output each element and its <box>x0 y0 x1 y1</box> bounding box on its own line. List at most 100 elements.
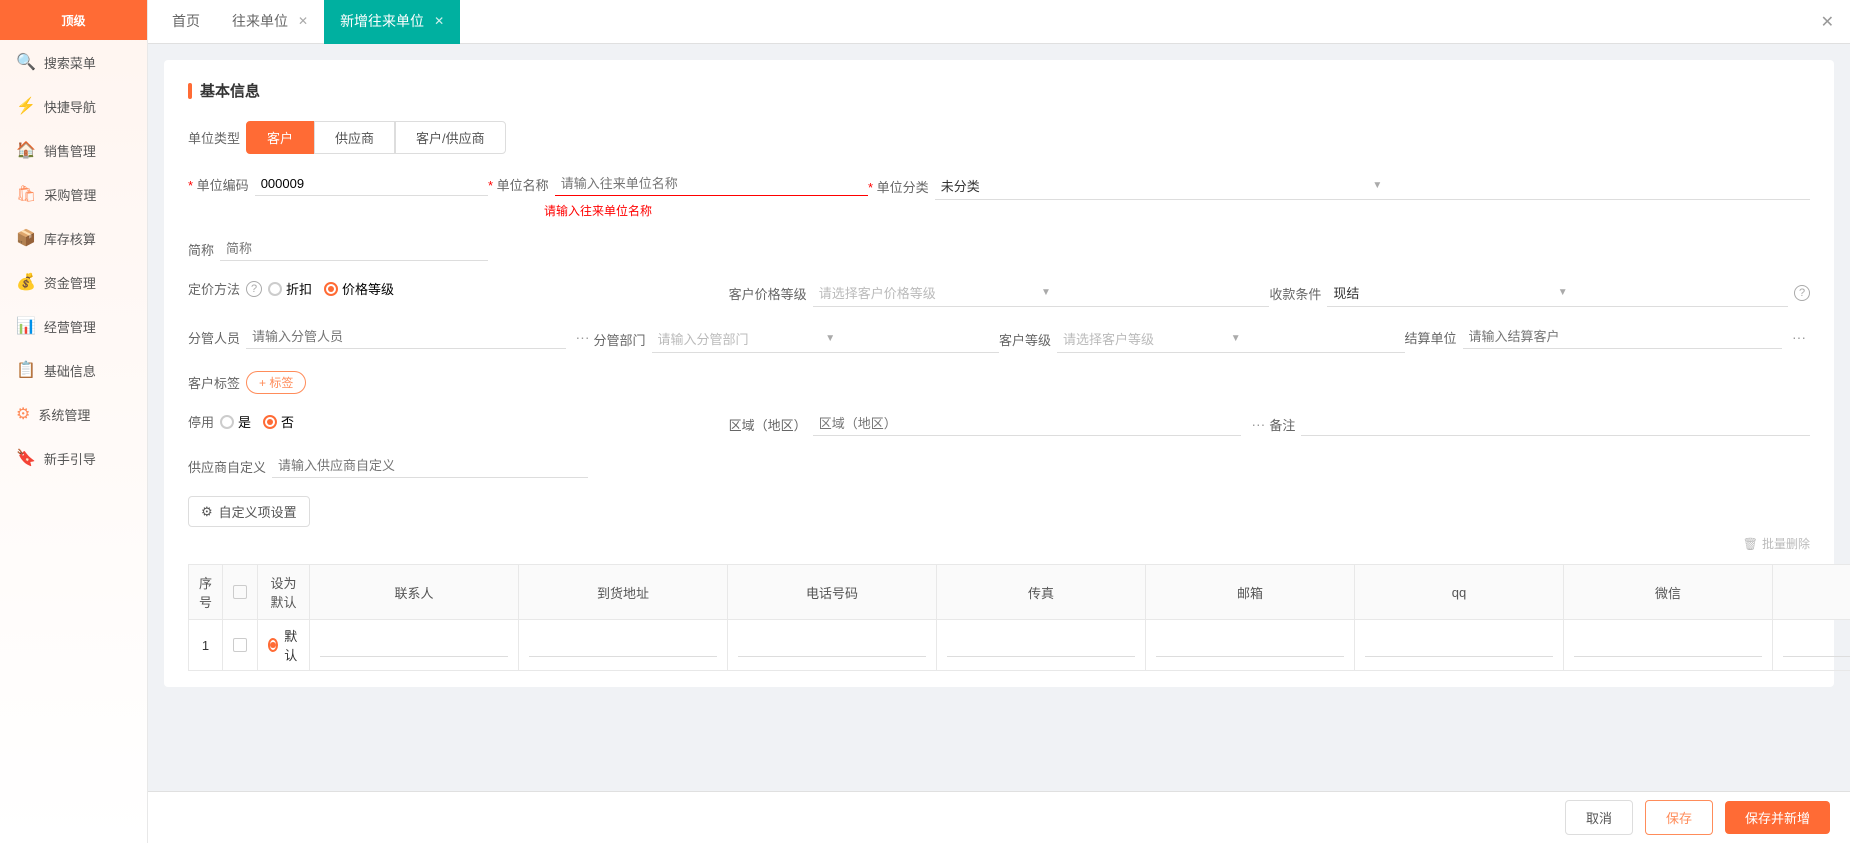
close-all-tabs[interactable]: ✕ <box>1813 12 1842 32</box>
purchase-icon: 🛍 <box>16 184 36 204</box>
sidebar-item-purchase[interactable]: 🛍 采购管理 <box>0 172 147 216</box>
disabled-yes-circle <box>220 415 234 429</box>
disabled-region-row: 停用 是 否 区域（地区） ··· <box>188 412 1810 436</box>
short-name-input[interactable] <box>220 237 488 261</box>
batch-delete-label[interactable]: 批量删除 <box>1762 535 1810 552</box>
customer-level-field: 客户等级 请选择客户等级 ▼ <box>999 325 1405 353</box>
customer-price-level-select[interactable]: 请选择客户价格等级 ▼ <box>813 279 1270 307</box>
cust-level-arrow-icon: ▼ <box>1231 333 1399 344</box>
custom-settings-button[interactable]: ⚙ 自定义项设置 <box>188 496 310 527</box>
sidebar-item-finance[interactable]: 💰 资金管理 <box>0 260 147 304</box>
save-and-new-button[interactable]: 保存并新增 <box>1725 801 1830 834</box>
disabled-yes[interactable]: 是 <box>220 412 251 431</box>
sidebar-item-search[interactable]: 🔍 搜索菜单 <box>0 40 147 84</box>
tab-home[interactable]: 首页 <box>156 0 216 44</box>
email-input[interactable] <box>1156 633 1344 657</box>
qq-input[interactable] <box>1365 633 1553 657</box>
unit-type-label: 单位类型 <box>188 128 240 147</box>
unit-type-both-btn[interactable]: 客户/供应商 <box>395 121 506 154</box>
remark-input[interactable] <box>1301 412 1810 436</box>
sidebar-item-label: 系统管理 <box>38 405 90 424</box>
payment-terms-select[interactable]: 现结 ▼ <box>1327 279 1788 307</box>
col-qq: qq <box>1355 565 1564 620</box>
cell-email[interactable] <box>1146 620 1355 671</box>
department-select[interactable]: 请输入分管部门 ▼ <box>652 325 999 353</box>
pricing-help-icon[interactable]: ? <box>246 281 262 297</box>
pricing-radio-discount[interactable]: 折扣 <box>268 279 312 298</box>
sidebar-item-quicknav[interactable]: ⚡ 快捷导航 <box>0 84 147 128</box>
add-tag-button[interactable]: + 标签 <box>246 371 306 394</box>
dept-arrow-icon: ▼ <box>825 333 993 344</box>
discount-radio-circle <box>268 282 282 296</box>
batch-delete-area: 🗑 批量删除 <box>188 535 1810 552</box>
row-region-input[interactable] <box>1783 633 1850 657</box>
region-input[interactable] <box>813 412 1242 436</box>
pricing-radio-group: 折扣 价格等级 <box>268 279 394 298</box>
manager-ellipsis[interactable]: ··· <box>572 329 594 345</box>
quick-nav-icon: ⚡ <box>16 96 36 116</box>
supplier-custom-input[interactable] <box>272 454 588 478</box>
unit-type-customer-btn[interactable]: 客户 <box>246 121 314 154</box>
tabs-bar: 首页 往来单位 ✕ 新增往来单位 ✕ ✕ <box>148 0 1850 44</box>
save-button[interactable]: 保存 <box>1645 800 1713 835</box>
operations-icon: 📊 <box>16 316 36 336</box>
sidebar-item-operations[interactable]: 📊 经营管理 <box>0 304 147 348</box>
unit-type-supplier-btn[interactable]: 供应商 <box>314 121 395 154</box>
tab-new-partner[interactable]: 新增往来单位 ✕ <box>324 0 460 44</box>
cell-region[interactable] <box>1773 620 1850 671</box>
fax-input[interactable] <box>947 633 1135 657</box>
pricing-radio-level[interactable]: 价格等级 <box>324 279 394 298</box>
short-name-field: 简称 <box>188 237 488 261</box>
cell-wechat[interactable] <box>1564 620 1773 671</box>
region-label: 区域（地区） <box>729 415 807 434</box>
cell-phone[interactable] <box>728 620 937 671</box>
tags-row: 客户标签 + 标签 <box>188 371 1810 394</box>
cell-address[interactable] <box>519 620 728 671</box>
address-input[interactable] <box>529 633 717 657</box>
unit-name-input[interactable] <box>555 172 868 196</box>
tab-partner-list-close[interactable]: ✕ <box>298 14 308 28</box>
search-icon: 🔍 <box>16 52 36 72</box>
manager-input[interactable] <box>246 325 565 349</box>
header-checkbox[interactable] <box>233 585 247 599</box>
unit-code-input[interactable] <box>255 172 488 196</box>
basic-info-icon: 📋 <box>16 360 36 380</box>
customer-level-select[interactable]: 请选择客户等级 ▼ <box>1057 325 1404 353</box>
pricing-row: 定价方法 ? 折扣 价格等级 客户价格等级 <box>188 279 1810 307</box>
supplier-custom-field: 供应商自定义 <box>188 454 588 478</box>
sidebar-item-system[interactable]: ⚙ 系统管理 <box>0 392 147 436</box>
payment-help-icon[interactable]: ? <box>1794 285 1810 301</box>
disabled-no[interactable]: 否 <box>263 412 294 431</box>
customer-tag-label: 客户标签 <box>188 373 240 392</box>
customer-price-level-field: 客户价格等级 请选择客户价格等级 ▼ <box>729 279 1270 307</box>
sidebar-item-guide[interactable]: 🔖 新手引导 <box>0 436 147 480</box>
settlement-unit-input[interactable] <box>1463 325 1782 349</box>
cell-qq[interactable] <box>1355 620 1564 671</box>
manager-row: 分管人员 ··· 分管部门 请输入分管部门 ▼ 客户等级 请选择客户等级 ▼ <box>188 325 1810 353</box>
unit-category-select[interactable]: 未分类 ▼ <box>935 172 1810 200</box>
contact-table: 序号 设为默认 联系人 到货地址 电话号码 传真 邮箱 qq 微信 所在地区 操… <box>188 564 1850 671</box>
cell-contact[interactable] <box>310 620 519 671</box>
row-checkbox[interactable] <box>233 638 247 652</box>
contact-input[interactable] <box>320 633 508 657</box>
phone-input[interactable] <box>738 633 926 657</box>
cell-fax[interactable] <box>937 620 1146 671</box>
wechat-input[interactable] <box>1574 633 1762 657</box>
cancel-button[interactable]: 取消 <box>1565 800 1633 835</box>
main-area: 首页 往来单位 ✕ 新增往来单位 ✕ ✕ 基本信息 单位类型 客户 <box>148 0 1850 843</box>
settlement-unit-label: 结算单位 <box>1405 328 1457 347</box>
unit-type-field: 单位类型 客户 供应商 客户/供应商 <box>188 121 1810 154</box>
tab-partner-list[interactable]: 往来单位 ✕ <box>216 0 324 44</box>
payment-terms-label: 收款条件 <box>1269 284 1321 303</box>
unit-name-field: 单位名称 请输入往来单位名称 <box>488 172 868 219</box>
default-radio[interactable]: 默认 <box>268 626 299 664</box>
short-name-label: 简称 <box>188 240 214 259</box>
region-ellipsis[interactable]: ··· <box>1247 416 1269 432</box>
sidebar-item-inventory[interactable]: 📦 库存核算 <box>0 216 147 260</box>
tab-new-partner-close[interactable]: ✕ <box>434 14 444 28</box>
sidebar-item-basic-info[interactable]: 📋 基础信息 <box>0 348 147 392</box>
sidebar-item-sales[interactable]: 🏠 销售管理 <box>0 128 147 172</box>
settlement-ellipsis[interactable]: ··· <box>1788 329 1810 345</box>
unit-category-field: 单位分类 未分类 ▼ <box>868 172 1810 200</box>
disabled-no-circle <box>263 415 277 429</box>
